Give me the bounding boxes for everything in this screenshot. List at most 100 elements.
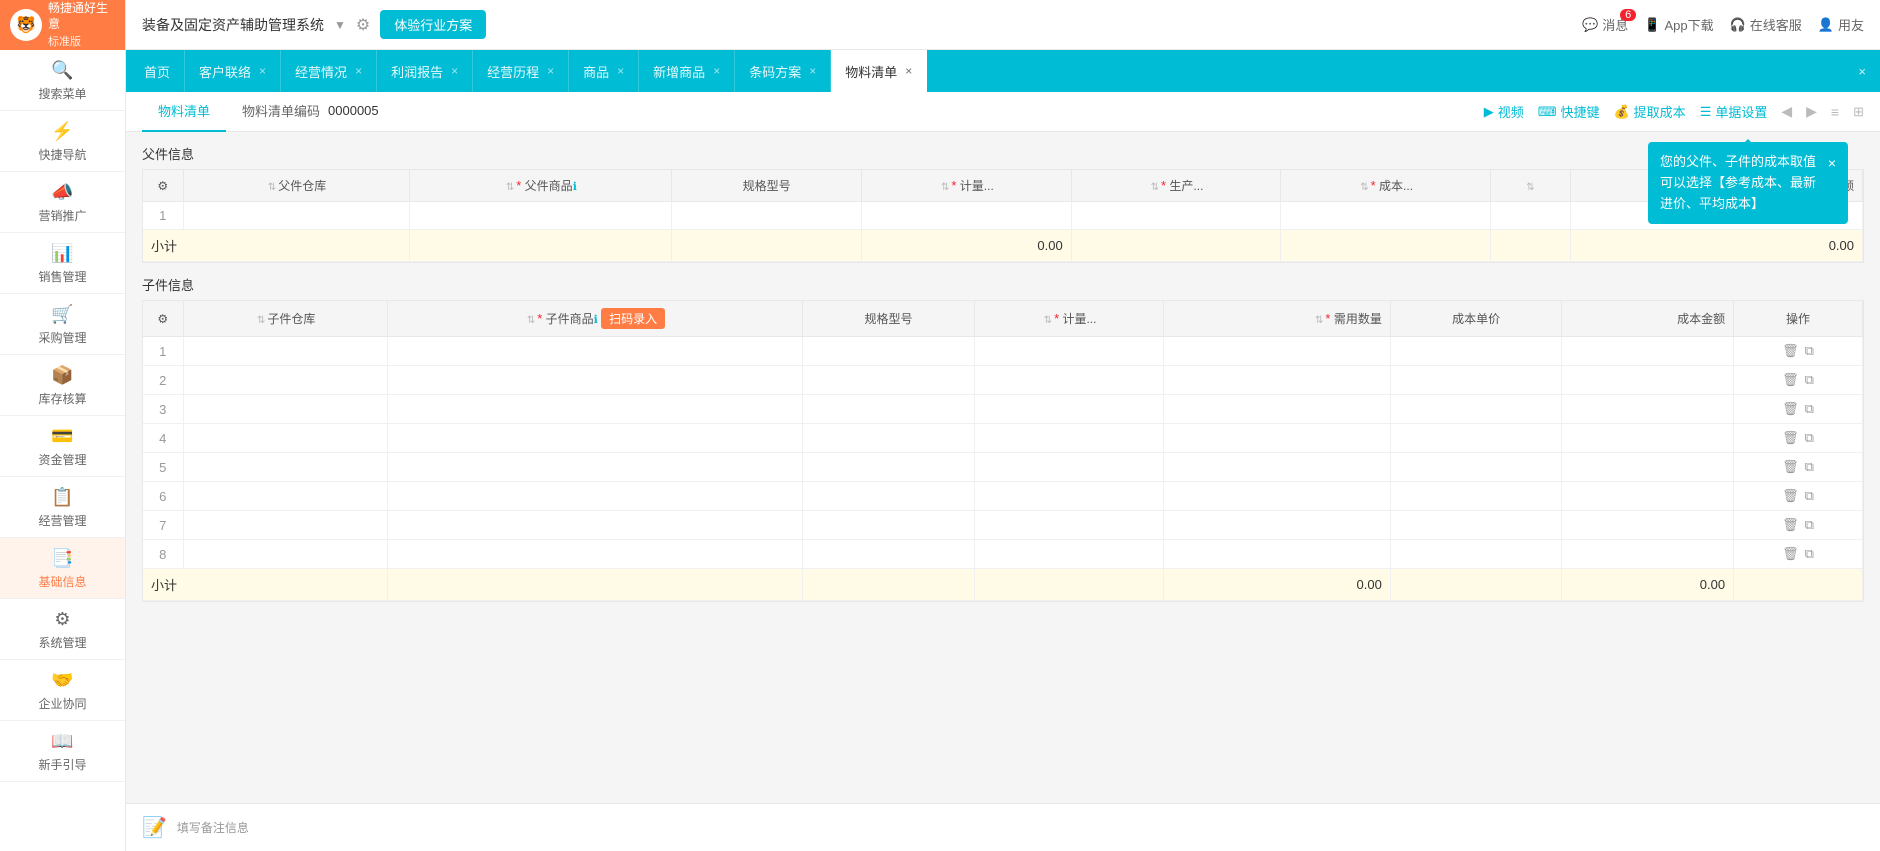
tooltip-close-btn[interactable]: × — [1828, 152, 1836, 174]
sort-icon[interactable]: ⇅ — [941, 182, 949, 193]
delete-icon-2[interactable]: 🗑 — [1782, 372, 1799, 388]
child-cost-price-4[interactable] — [1390, 424, 1562, 453]
note-hint[interactable]: 填写备注信息 — [177, 819, 249, 836]
prev-page-btn[interactable]: ◀ — [1781, 103, 1792, 120]
user-btn[interactable]: 👤 用友 — [1818, 15, 1864, 34]
parent-warehouse-1[interactable] — [183, 202, 409, 230]
next-page-btn[interactable]: ▶ — [1806, 103, 1817, 120]
sort-icon[interactable]: ⇅ — [506, 182, 514, 193]
list-view-icon[interactable]: ≡ — [1831, 104, 1839, 120]
child-qty-4[interactable] — [1164, 424, 1390, 453]
child-unit-4[interactable] — [974, 424, 1164, 453]
child-warehouse-4[interactable] — [183, 424, 387, 453]
sub-tab-0[interactable]: 物料清单 — [142, 92, 226, 132]
copy-icon-2[interactable]: ⧉ — [1805, 372, 1814, 388]
child-cost-price-5[interactable] — [1390, 453, 1562, 482]
child-cost-price-8[interactable] — [1390, 540, 1562, 569]
nav-tab-close-7[interactable]: × — [809, 64, 816, 78]
copy-icon-8[interactable]: ⧉ — [1805, 546, 1814, 562]
expand-icon[interactable]: ⊞ — [1853, 104, 1864, 120]
child-qty-3[interactable] — [1164, 395, 1390, 424]
child-cost-price-7[interactable] — [1390, 511, 1562, 540]
sidebar-item-4[interactable]: 🛒 采购管理 — [0, 294, 125, 355]
system-dropdown-icon[interactable]: ▼ — [334, 18, 346, 32]
child-warehouse-6[interactable] — [183, 482, 387, 511]
sub-tab-1[interactable]: 物料清单编码 0000005 — [226, 92, 395, 132]
child-qty-7[interactable] — [1164, 511, 1390, 540]
delete-icon-6[interactable]: 🗑 — [1782, 488, 1799, 504]
nav-tab-3[interactable]: 利润报告× — [377, 50, 473, 92]
settings-icon[interactable]: ⚙ — [356, 15, 370, 35]
nav-tab-6[interactable]: 新增商品× — [639, 50, 735, 92]
nav-tab-8[interactable]: 物料清单× — [831, 50, 927, 92]
message-btn[interactable]: 💬 消息 6 — [1582, 15, 1628, 34]
child-product-5[interactable] — [387, 453, 802, 482]
sidebar-item-5[interactable]: 📦 库存核算 — [0, 355, 125, 416]
sidebar-item-7[interactable]: 📋 经营管理 — [0, 477, 125, 538]
child-warehouse-5[interactable] — [183, 453, 387, 482]
child-unit-8[interactable] — [974, 540, 1164, 569]
child-th-gear[interactable]: ⚙ — [143, 301, 183, 337]
close-all-tabs-btn[interactable]: × — [1848, 64, 1876, 79]
try-btn[interactable]: 体验行业方案 — [380, 10, 486, 39]
child-product-8[interactable] — [387, 540, 802, 569]
child-spec-1[interactable] — [803, 337, 975, 366]
sort-icon[interactable]: ⇅ — [1360, 182, 1368, 193]
nav-tab-5[interactable]: 商品× — [569, 50, 639, 92]
parent-product-1[interactable] — [409, 202, 672, 230]
child-product-1[interactable] — [387, 337, 802, 366]
child-qty-6[interactable] — [1164, 482, 1390, 511]
copy-icon-5[interactable]: ⧉ — [1805, 459, 1814, 475]
sort-icon[interactable]: ⇅ — [1151, 182, 1159, 193]
child-cost-price-1[interactable] — [1390, 337, 1562, 366]
child-qty-2[interactable] — [1164, 366, 1390, 395]
child-product-3[interactable] — [387, 395, 802, 424]
child-product-7[interactable] — [387, 511, 802, 540]
child-product-4[interactable] — [387, 424, 802, 453]
sidebar-item-1[interactable]: ⚡ 快捷导航 — [0, 111, 125, 172]
sidebar-item-6[interactable]: 💳 资金管理 — [0, 416, 125, 477]
child-qty-8[interactable] — [1164, 540, 1390, 569]
child-cost-price-2[interactable] — [1390, 366, 1562, 395]
copy-icon-1[interactable]: ⧉ — [1805, 343, 1814, 359]
child-spec-7[interactable] — [803, 511, 975, 540]
copy-icon-4[interactable]: ⧉ — [1805, 430, 1814, 446]
sidebar-item-10[interactable]: 🤝 企业协同 — [0, 660, 125, 721]
nav-tab-close-8[interactable]: × — [905, 64, 912, 78]
parent-cost-1[interactable] — [1281, 202, 1491, 230]
child-spec-5[interactable] — [803, 453, 975, 482]
delete-icon-4[interactable]: 🗑 — [1782, 430, 1799, 446]
child-cost-price-6[interactable] — [1390, 482, 1562, 511]
nav-tab-close-6[interactable]: × — [713, 64, 720, 78]
child-warehouse-3[interactable] — [183, 395, 387, 424]
delete-icon-3[interactable]: 🗑 — [1782, 401, 1799, 417]
shortcut-btn[interactable]: ⌨ 快捷键 — [1538, 102, 1600, 121]
parent-spec-1[interactable] — [672, 202, 862, 230]
child-product-6[interactable] — [387, 482, 802, 511]
child-spec-3[interactable] — [803, 395, 975, 424]
child-unit-5[interactable] — [974, 453, 1164, 482]
nav-tab-close-2[interactable]: × — [355, 64, 362, 78]
child-unit-6[interactable] — [974, 482, 1164, 511]
parent-unit-1[interactable] — [862, 202, 1072, 230]
app-download-btn[interactable]: 📱 App下载 — [1644, 15, 1713, 34]
child-warehouse-7[interactable] — [183, 511, 387, 540]
delete-icon-7[interactable]: 🗑 — [1782, 517, 1799, 533]
child-spec-2[interactable] — [803, 366, 975, 395]
sidebar-item-9[interactable]: ⚙ 系统管理 — [0, 599, 125, 660]
sort-icon[interactable]: ⇅ — [1526, 182, 1534, 193]
parent-batch-1[interactable] — [1071, 202, 1281, 230]
child-spec-8[interactable] — [803, 540, 975, 569]
child-spec-6[interactable] — [803, 482, 975, 511]
sort-icon[interactable]: ⇅ — [268, 182, 276, 193]
nav-tab-4[interactable]: 经营历程× — [473, 50, 569, 92]
child-spec-4[interactable] — [803, 424, 975, 453]
sidebar-item-0[interactable]: 🔍 搜索菜单 — [0, 50, 125, 111]
nav-tab-7[interactable]: 条码方案× — [735, 50, 831, 92]
copy-icon-6[interactable]: ⧉ — [1805, 488, 1814, 504]
sidebar-item-11[interactable]: 📖 新手引导 — [0, 721, 125, 782]
child-warehouse-1[interactable] — [183, 337, 387, 366]
parent-th-gear[interactable]: ⚙ — [143, 170, 183, 202]
child-unit-1[interactable] — [974, 337, 1164, 366]
nav-tab-close-1[interactable]: × — [259, 64, 266, 78]
